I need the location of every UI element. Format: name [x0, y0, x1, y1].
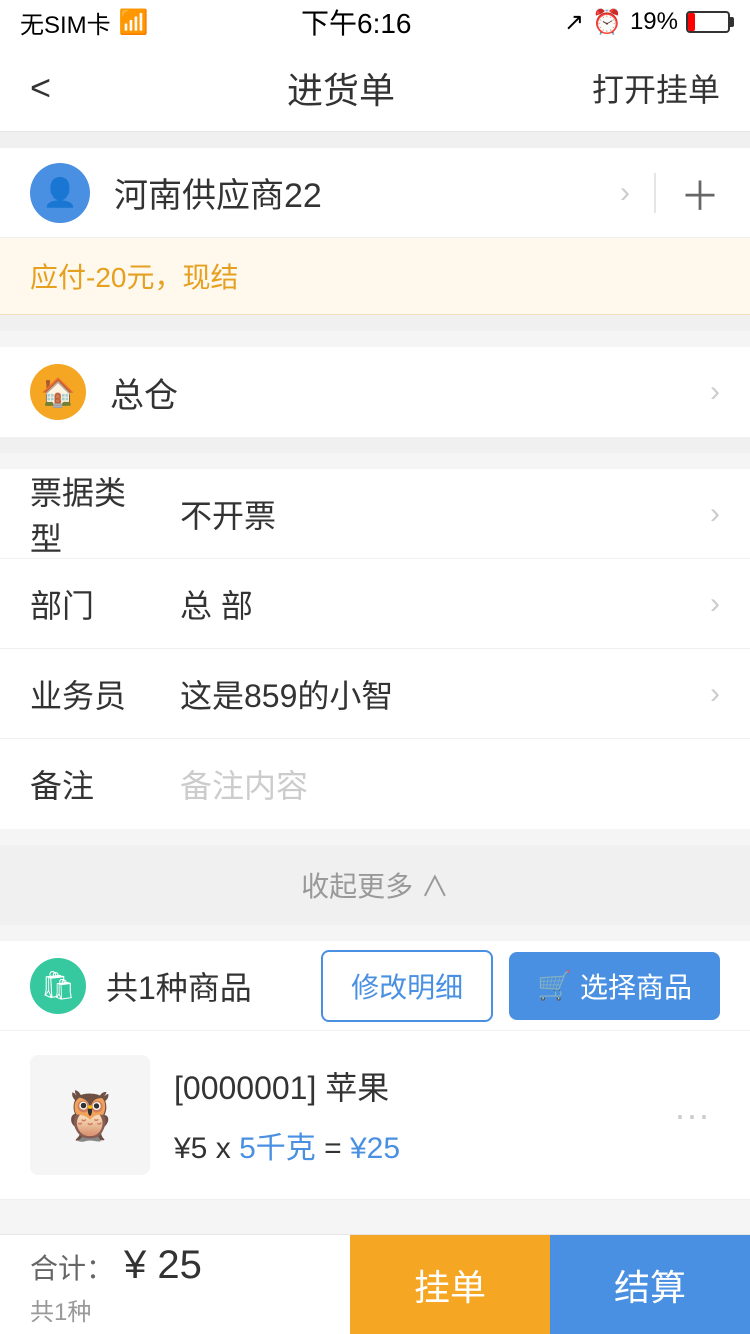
total-count: 共1种 — [30, 1292, 320, 1327]
warehouse-row[interactable]: 🏠 总仓 › — [0, 347, 750, 437]
alarm-icon: ⏰ — [592, 8, 622, 37]
product-code: [0000001] — [174, 1070, 316, 1106]
warehouse-icon: 🏠 — [30, 364, 86, 420]
open-hang-button[interactable]: 打开挂单 — [592, 65, 720, 111]
status-time: 下午6:16 — [301, 2, 412, 42]
avatar-icon: 👤 — [43, 176, 78, 209]
product-header: 🛍 共1种商品 修改明细 🛒 选择商品 — [0, 941, 750, 1031]
supplier-arrow-icon: › — [620, 176, 630, 210]
carrier-text: 无SIM卡 — [20, 5, 111, 40]
select-product-label: 选择商品 — [580, 966, 692, 1006]
form-section: 票据类型 不开票 › 部门 总 部 › 业务员 这是859的小智 › 备注 备注… — [0, 469, 750, 829]
remark-input[interactable]: 备注内容 — [150, 761, 720, 807]
collapse-toggle[interactable]: 收起更多 ∧ — [0, 845, 750, 925]
wifi-icon: 📶 — [119, 8, 149, 37]
checkout-button[interactable]: 结算 — [550, 1235, 750, 1334]
hang-label: 挂单 — [414, 1259, 486, 1311]
supplier-divider — [654, 173, 656, 213]
notice-text: 应付-20元，现结 — [30, 262, 238, 293]
add-supplier-button[interactable]: ＋ — [680, 164, 720, 222]
shopping-icon: 🛍 — [40, 969, 76, 1002]
total-label-row: 合计： ¥ 25 — [30, 1243, 320, 1288]
ticket-type-arrow-icon: › — [710, 497, 720, 531]
battery-percent: 19% — [630, 8, 678, 36]
hang-button[interactable]: 挂单 — [350, 1235, 550, 1334]
warehouse-divider — [0, 437, 750, 453]
price-multiply: x — [216, 1132, 239, 1165]
product-info: [0000001] 苹果 ¥5 x 5千克 = ¥25 — [174, 1063, 664, 1167]
department-row[interactable]: 部门 总 部 › — [0, 559, 750, 649]
status-bar: 无SIM卡 📶 下午6:16 ↗ ⏰ 19% — [0, 0, 750, 44]
product-item: 🦉 [0000001] 苹果 ¥5 x 5千克 = ¥25 ··· — [0, 1031, 750, 1200]
total-amount: ¥ 25 — [124, 1243, 202, 1288]
product-title: 苹果 — [325, 1070, 389, 1106]
warehouse-arrow-icon: › — [710, 375, 720, 409]
product-name: [0000001] 苹果 — [174, 1063, 664, 1109]
product-count: 共1种商品 — [106, 963, 321, 1009]
select-product-button[interactable]: 🛒 选择商品 — [509, 952, 720, 1020]
product-icon: 🛍 — [30, 958, 86, 1014]
battery-icon — [686, 11, 730, 33]
quantity-value: 5千克 — [239, 1132, 316, 1165]
ticket-type-row[interactable]: 票据类型 不开票 › — [0, 469, 750, 559]
total-label: 合计： — [30, 1247, 114, 1287]
nav-bar: < 进货单 打开挂单 — [0, 44, 750, 132]
notice-banner: 应付-20元，现结 — [0, 238, 750, 315]
department-label: 部门 — [30, 581, 150, 627]
collapse-label: 收起更多 ∧ — [301, 865, 449, 905]
location-icon: ↗ — [564, 8, 584, 37]
price-equals: = — [324, 1132, 350, 1165]
cart-icon: 🛒 — [537, 969, 572, 1002]
price-value: ¥5 — [174, 1132, 207, 1165]
ticket-type-label: 票据类型 — [30, 468, 150, 560]
top-divider — [0, 132, 750, 148]
sales-person-arrow-icon: › — [710, 677, 720, 711]
bottom-bar: 合计： ¥ 25 共1种 挂单 结算 — [0, 1234, 750, 1334]
product-price: ¥5 x 5千克 = ¥25 — [174, 1123, 664, 1167]
product-more-button[interactable]: ··· — [664, 1084, 720, 1146]
product-thumb-icon: 🦉 — [60, 1087, 120, 1144]
total-section: 合计： ¥ 25 共1种 — [0, 1243, 350, 1327]
supplier-avatar: 👤 — [30, 163, 90, 223]
total-value: ¥25 — [350, 1132, 400, 1165]
notice-divider — [0, 315, 750, 331]
warehouse-name: 总仓 — [110, 368, 710, 417]
sales-person-label: 业务员 — [30, 671, 150, 717]
status-right: ↗ ⏰ 19% — [564, 8, 730, 37]
remark-label: 备注 — [30, 761, 150, 807]
supplier-row[interactable]: 👤 河南供应商22 › ＋ — [0, 148, 750, 238]
modify-detail-button[interactable]: 修改明细 — [321, 950, 493, 1022]
sales-person-row[interactable]: 业务员 这是859的小智 › — [0, 649, 750, 739]
checkout-label: 结算 — [614, 1259, 686, 1311]
department-value: 总 部 — [150, 581, 710, 627]
back-button[interactable]: < — [30, 67, 90, 109]
remark-row[interactable]: 备注 备注内容 — [0, 739, 750, 829]
product-thumbnail: 🦉 — [30, 1055, 150, 1175]
sales-person-value: 这是859的小智 — [150, 671, 710, 717]
page-title: 进货单 — [287, 62, 395, 114]
supplier-name: 河南供应商22 — [114, 168, 620, 217]
status-left: 无SIM卡 📶 — [20, 5, 149, 40]
ticket-type-value: 不开票 — [150, 491, 710, 537]
department-arrow-icon: › — [710, 587, 720, 621]
